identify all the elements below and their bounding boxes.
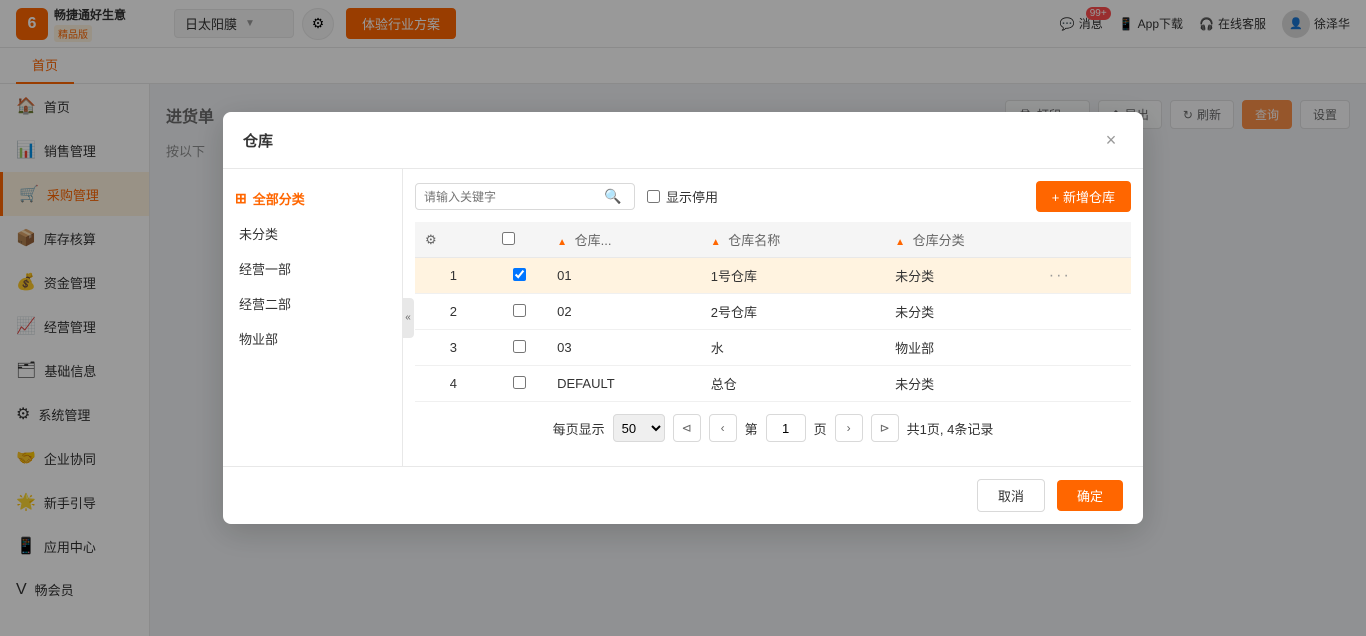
select-all-checkbox[interactable] — [502, 232, 515, 245]
per-page-select[interactable]: 50 20 100 — [613, 414, 665, 442]
prev-icon: ‹ — [721, 421, 725, 435]
row-action: ··· — [1039, 258, 1131, 294]
sort-icon-cat: ▲ — [895, 237, 905, 248]
table-toolbar: 🔍 显示停用 + 新增仓库 — [415, 181, 1131, 212]
row-category: 未分类 — [885, 258, 1039, 294]
table-row[interactable]: 1 01 1号仓库 未分类 ··· — [415, 258, 1131, 294]
row-name: 总仓 — [701, 366, 885, 402]
add-warehouse-button[interactable]: + 新增仓库 — [1036, 181, 1131, 212]
row-action-dots[interactable]: ··· — [1049, 267, 1071, 284]
row-action — [1039, 294, 1131, 330]
row-code: 02 — [547, 294, 701, 330]
row-num: 1 — [415, 258, 492, 294]
dialog-header: 仓库 × — [223, 112, 1143, 169]
dialog-footer: 取消 确定 — [223, 466, 1143, 524]
collapse-icon: « — [405, 312, 411, 323]
category-item-unclassified[interactable]: 未分类 — [223, 216, 402, 251]
next-page-button[interactable]: › — [835, 414, 863, 442]
th-gear: ⚙ — [415, 222, 492, 258]
th-name: ▲ 仓库名称 — [701, 222, 885, 258]
row-checkbox[interactable] — [513, 304, 526, 317]
dialog-title: 仓库 — [243, 130, 273, 151]
page-suffix: 页 — [814, 419, 827, 438]
table-container: ⚙ ▲ 仓库... ▲ — [415, 222, 1131, 402]
prev-page-button[interactable]: ‹ — [709, 414, 737, 442]
row-num: 2 — [415, 294, 492, 330]
row-category: 未分类 — [885, 294, 1039, 330]
modal-overlay[interactable]: 仓库 × ⊞ 全部分类 未分类 经营一部 经营二部 — [0, 0, 1366, 636]
category-item-dept1[interactable]: 经营一部 — [223, 251, 402, 286]
table-area: 🔍 显示停用 + 新增仓库 — [403, 169, 1143, 466]
last-icon: ⊳ — [880, 421, 890, 435]
row-code: 01 — [547, 258, 701, 294]
first-icon: ⊲ — [682, 421, 692, 435]
row-name: 1号仓库 — [701, 258, 885, 294]
row-code: 03 — [547, 330, 701, 366]
search-input[interactable] — [424, 190, 604, 204]
category-collapse-button[interactable]: « — [402, 298, 414, 338]
row-code: DEFAULT — [547, 366, 701, 402]
dialog-close-button[interactable]: × — [1099, 128, 1123, 152]
show-disabled-checkbox[interactable] — [647, 190, 660, 203]
category-item-dept2[interactable]: 经营二部 — [223, 286, 402, 321]
sort-icon-code: ▲ — [557, 237, 567, 248]
page-prefix: 第 — [745, 419, 758, 438]
row-category: 未分类 — [885, 366, 1039, 402]
first-page-button[interactable]: ⊲ — [673, 414, 701, 442]
category-sidebar: ⊞ 全部分类 未分类 经营一部 经营二部 物业部 « — [223, 169, 403, 466]
th-category: ▲ 仓库分类 — [885, 222, 1039, 258]
all-categories-label: 全部分类 — [253, 189, 305, 208]
cancel-button[interactable]: 取消 — [977, 479, 1045, 512]
row-category: 物业部 — [885, 330, 1039, 366]
row-num: 3 — [415, 330, 492, 366]
row-name: 2号仓库 — [701, 294, 885, 330]
per-page-label: 每页显示 — [553, 419, 605, 438]
row-checkbox[interactable] — [513, 268, 526, 281]
row-action — [1039, 366, 1131, 402]
table-header-row: ⚙ ▲ 仓库... ▲ — [415, 222, 1131, 258]
pagination: 每页显示 50 20 100 ⊲ ‹ 第 页 — [415, 402, 1131, 454]
row-action — [1039, 330, 1131, 366]
th-code: ▲ 仓库... — [547, 222, 701, 258]
th-check — [492, 222, 547, 258]
next-icon: › — [847, 421, 851, 435]
page-number-input[interactable] — [766, 414, 806, 442]
all-categories-button[interactable]: ⊞ 全部分类 — [223, 181, 402, 216]
th-action — [1039, 222, 1131, 258]
show-disabled-label: 显示停用 — [666, 187, 718, 206]
warehouse-table: ⚙ ▲ 仓库... ▲ — [415, 222, 1131, 402]
warehouse-dialog: 仓库 × ⊞ 全部分类 未分类 经营一部 经营二部 — [223, 112, 1143, 524]
row-name: 水 — [701, 330, 885, 366]
last-page-button[interactable]: ⊳ — [871, 414, 899, 442]
sort-icon-name: ▲ — [711, 237, 721, 248]
total-label: 共1页, 4条记录 — [907, 419, 994, 438]
table-row[interactable]: 2 02 2号仓库 未分类 — [415, 294, 1131, 330]
gear-icon-th: ⚙ — [425, 232, 437, 247]
category-item-property[interactable]: 物业部 — [223, 321, 402, 356]
show-disabled-area: 显示停用 — [647, 187, 718, 206]
table-row[interactable]: 4 DEFAULT 总仓 未分类 — [415, 366, 1131, 402]
search-box[interactable]: 🔍 — [415, 183, 635, 210]
row-num: 4 — [415, 366, 492, 402]
confirm-button[interactable]: 确定 — [1057, 480, 1123, 511]
grid-icon: ⊞ — [235, 190, 247, 207]
dialog-body: ⊞ 全部分类 未分类 经营一部 经营二部 物业部 « — [223, 169, 1143, 466]
search-icon[interactable]: 🔍 — [604, 188, 621, 205]
row-checkbox[interactable] — [513, 376, 526, 389]
row-checkbox[interactable] — [513, 340, 526, 353]
table-row[interactable]: 3 03 水 物业部 — [415, 330, 1131, 366]
